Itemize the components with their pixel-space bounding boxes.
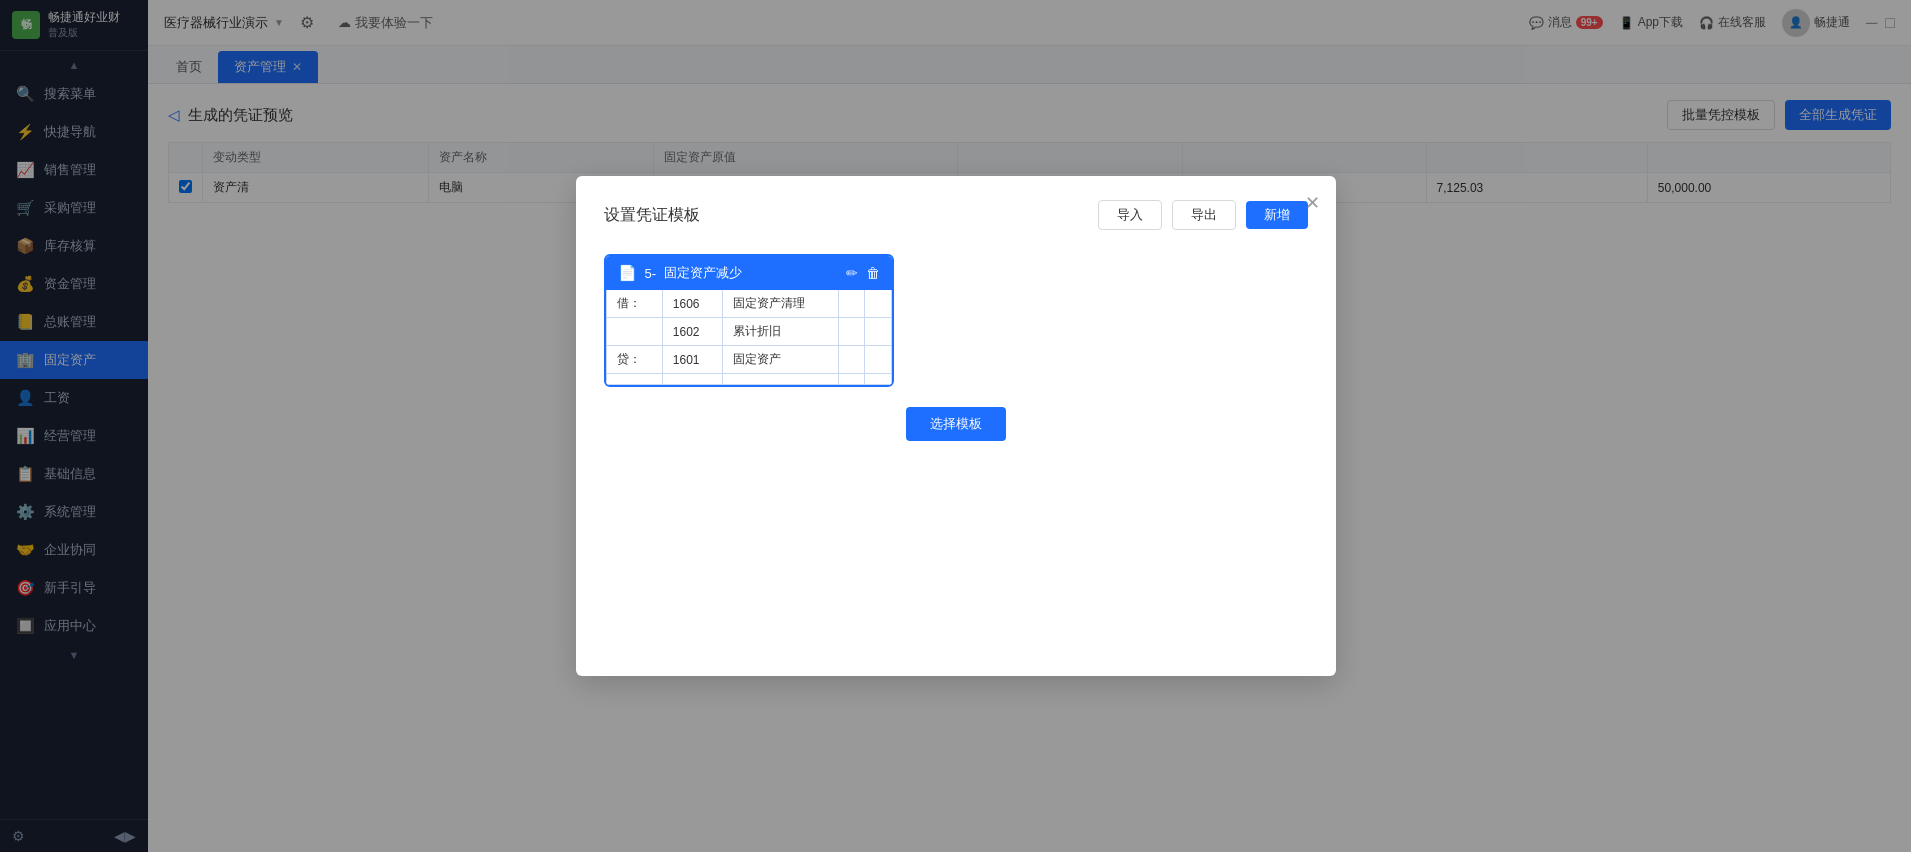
template-list: 📄 5- 固定资产减少 ✏ 🗑 借： 1606 固定资产清理 <box>604 254 1308 387</box>
doc-icon: 📄 <box>618 264 637 282</box>
entry-side-3: 贷： <box>606 346 662 374</box>
entry-account-1: 固定资产清理 <box>722 290 838 318</box>
entry-code-2: 1602 <box>662 318 722 346</box>
delete-template-icon[interactable]: 🗑 <box>866 265 880 281</box>
template-entries-table: 借： 1606 固定资产清理 1602 累计折旧 <box>606 290 892 385</box>
entry-row-3: 贷： 1601 固定资产 <box>606 346 891 374</box>
entry-row-1: 借： 1606 固定资产清理 <box>606 290 891 318</box>
new-template-button[interactable]: 新增 <box>1246 201 1308 229</box>
entry-debit-4 <box>838 374 864 385</box>
template-id: 5- <box>645 266 657 281</box>
modal-overlay[interactable]: 设置凭证模板 导入 导出 新增 ✕ 📄 5- 固定资产减少 ✏ 🗑 <box>0 0 1911 852</box>
template-card-title: 📄 5- 固定资产减少 <box>618 264 743 282</box>
import-button[interactable]: 导入 <box>1098 200 1162 230</box>
entry-side-2 <box>606 318 662 346</box>
entry-debit-2 <box>838 318 864 346</box>
template-card-body: 借： 1606 固定资产清理 1602 累计折旧 <box>606 290 892 385</box>
entry-account-3: 固定资产 <box>722 346 838 374</box>
entry-account-2: 累计折旧 <box>722 318 838 346</box>
entry-credit-2 <box>865 318 891 346</box>
export-button[interactable]: 导出 <box>1172 200 1236 230</box>
entry-row-2: 1602 累计折旧 <box>606 318 891 346</box>
template-name: 固定资产减少 <box>664 264 742 282</box>
entry-credit-3 <box>865 346 891 374</box>
voucher-template-modal: 设置凭证模板 导入 导出 新增 ✕ 📄 5- 固定资产减少 ✏ 🗑 <box>576 176 1336 676</box>
edit-template-icon[interactable]: ✏ <box>846 265 858 281</box>
entry-account-4 <box>722 374 838 385</box>
entry-credit-4 <box>865 374 891 385</box>
template-card-actions: ✏ 🗑 <box>846 265 880 281</box>
entry-side-4 <box>606 374 662 385</box>
template-card: 📄 5- 固定资产减少 ✏ 🗑 借： 1606 固定资产清理 <box>604 254 894 387</box>
entry-code-1: 1606 <box>662 290 722 318</box>
entry-code-4 <box>662 374 722 385</box>
entry-side-1: 借： <box>606 290 662 318</box>
entry-debit-1 <box>838 290 864 318</box>
modal-close-button[interactable]: ✕ <box>1305 192 1320 214</box>
template-card-header: 📄 5- 固定资产减少 ✏ 🗑 <box>606 256 892 290</box>
entry-code-3: 1601 <box>662 346 722 374</box>
entry-credit-1 <box>865 290 891 318</box>
modal-header: 设置凭证模板 导入 导出 新增 <box>604 200 1308 230</box>
modal-header-actions: 导入 导出 新增 <box>1098 200 1308 230</box>
modal-title: 设置凭证模板 <box>604 205 700 226</box>
entry-debit-3 <box>838 346 864 374</box>
select-template-button[interactable]: 选择模板 <box>906 407 1006 441</box>
entry-row-4 <box>606 374 891 385</box>
